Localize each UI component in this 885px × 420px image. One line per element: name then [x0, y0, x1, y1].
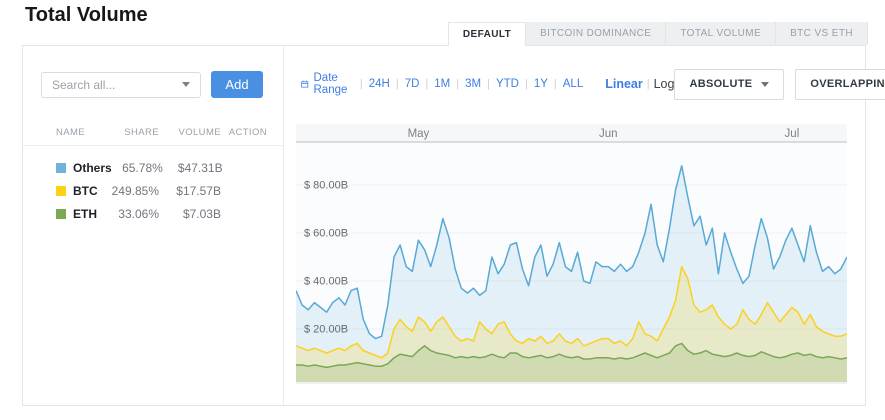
- calendar-icon: [301, 80, 309, 88]
- legend-panel: Search all... Add NAME SHARE VOLUME ACTI…: [23, 46, 284, 405]
- coin-volume: $7.03B: [182, 206, 221, 221]
- svg-text:$ 80.00B: $ 80.00B: [304, 180, 348, 192]
- tab-default[interactable]: DEFAULT: [447, 22, 527, 46]
- header-name: NAME: [56, 126, 86, 138]
- svg-text:Jun: Jun: [599, 128, 618, 140]
- add-button[interactable]: Add: [211, 71, 263, 98]
- page-title: Total Volume: [25, 4, 148, 26]
- scale-separator: |: [646, 78, 650, 90]
- tab-bitcoin-dominance[interactable]: BITCOIN DOMINANCE: [526, 22, 667, 45]
- coin-share: 249.85%: [111, 183, 159, 198]
- header-share: SHARE: [124, 126, 159, 138]
- coin-volume: $47.31B: [177, 160, 223, 175]
- series-color-swatch: [56, 185, 66, 196]
- range-link-all[interactable]: ALL: [561, 78, 585, 90]
- chart-controls: Date Range | 24H | 7D | 1M | 3M | YTD | 1Y | ALL Line…: [301, 68, 885, 100]
- range-separator: |: [395, 78, 399, 90]
- svg-text:$ 60.00B: $ 60.00B: [304, 228, 348, 240]
- volume-card: Search all... Add NAME SHARE VOLUME ACTI…: [22, 45, 885, 406]
- svg-text:Jul: Jul: [785, 128, 800, 140]
- chevron-down-icon: [182, 82, 190, 87]
- coin-share: 65.78%: [122, 160, 163, 175]
- header-action: ACTION: [228, 126, 267, 138]
- mode-dropdown[interactable]: ABSOLUTE: [674, 68, 785, 100]
- range-links: | 24H | 7D | 1M | 3M | YTD | 1Y | ALL: [356, 78, 585, 90]
- range-separator: |: [456, 78, 460, 90]
- series-color-swatch: [56, 162, 66, 173]
- svg-text:$ 20.00B: $ 20.00B: [304, 324, 348, 336]
- coin-volume: $17.57B: [176, 183, 221, 198]
- table-row-eth: ETH 33.06% $7.03B: [23, 202, 283, 225]
- range-link-ytd[interactable]: YTD: [494, 78, 521, 90]
- coin-share: 33.06%: [118, 206, 159, 221]
- search-row: Search all... Add: [41, 71, 263, 98]
- header-volume: VOLUME: [178, 126, 221, 138]
- search-input[interactable]: Search all...: [41, 71, 201, 98]
- coin-table-rows: Others 65.78% $47.31B BTC 249.85% $17.57B ETH 3…: [23, 156, 283, 225]
- view-tabs: DEFAULT BITCOIN DOMINANCE TOTAL VOLUME BTC …: [447, 22, 868, 46]
- range-link-3m[interactable]: 3M: [463, 78, 483, 90]
- search-placeholder: Search all...: [52, 77, 116, 92]
- scale-toggle: Linear | Log: [605, 77, 674, 91]
- range-separator: |: [553, 78, 557, 90]
- volume-chart[interactable]: $ 20.00B $ 40.00B $ 60.00B $ 80.00B May Jun Ju…: [295, 124, 848, 384]
- coin-name: Others: [73, 160, 112, 175]
- range-separator: |: [359, 78, 363, 90]
- chart-panel: Date Range | 24H | 7D | 1M | 3M | YTD | 1Y | ALL Line…: [284, 46, 885, 405]
- tab-btc-vs-eth[interactable]: BTC VS ETH: [776, 22, 868, 45]
- chevron-down-icon: [761, 81, 770, 87]
- date-range-button[interactable]: Date Range: [301, 72, 352, 96]
- table-row-btc: BTC 249.85% $17.57B: [23, 179, 283, 202]
- mode-dropdown-label: ABSOLUTE: [689, 78, 753, 90]
- table-row-others: Others 65.78% $47.31B: [23, 156, 283, 179]
- layout-dropdown-label: OVERLAPPING: [810, 78, 885, 90]
- tab-total-volume[interactable]: TOTAL VOLUME: [666, 22, 777, 45]
- svg-text:May: May: [408, 128, 430, 140]
- page: Total Volume DEFAULT BITCOIN DOMINANCE TOT…: [0, 0, 885, 420]
- coin-name: ETH: [73, 206, 97, 221]
- range-separator: |: [487, 78, 490, 90]
- series-color-swatch: [56, 208, 66, 219]
- coin-name: BTC: [73, 183, 98, 198]
- scale-linear-link[interactable]: Linear: [605, 77, 643, 91]
- range-link-1m[interactable]: 1M: [432, 78, 452, 90]
- range-separator: |: [425, 78, 429, 90]
- table-header: NAME SHARE VOLUME ACTION: [23, 119, 283, 146]
- range-link-1y[interactable]: 1Y: [532, 78, 550, 90]
- scale-log-link[interactable]: Log: [654, 77, 675, 91]
- date-range-label: Date Range: [313, 72, 348, 96]
- layout-dropdown[interactable]: OVERLAPPING: [795, 68, 885, 100]
- range-link-7d[interactable]: 7D: [403, 78, 422, 90]
- svg-text:$ 40.00B: $ 40.00B: [304, 276, 348, 288]
- range-link-24h[interactable]: 24H: [367, 78, 392, 90]
- range-separator: |: [524, 78, 528, 90]
